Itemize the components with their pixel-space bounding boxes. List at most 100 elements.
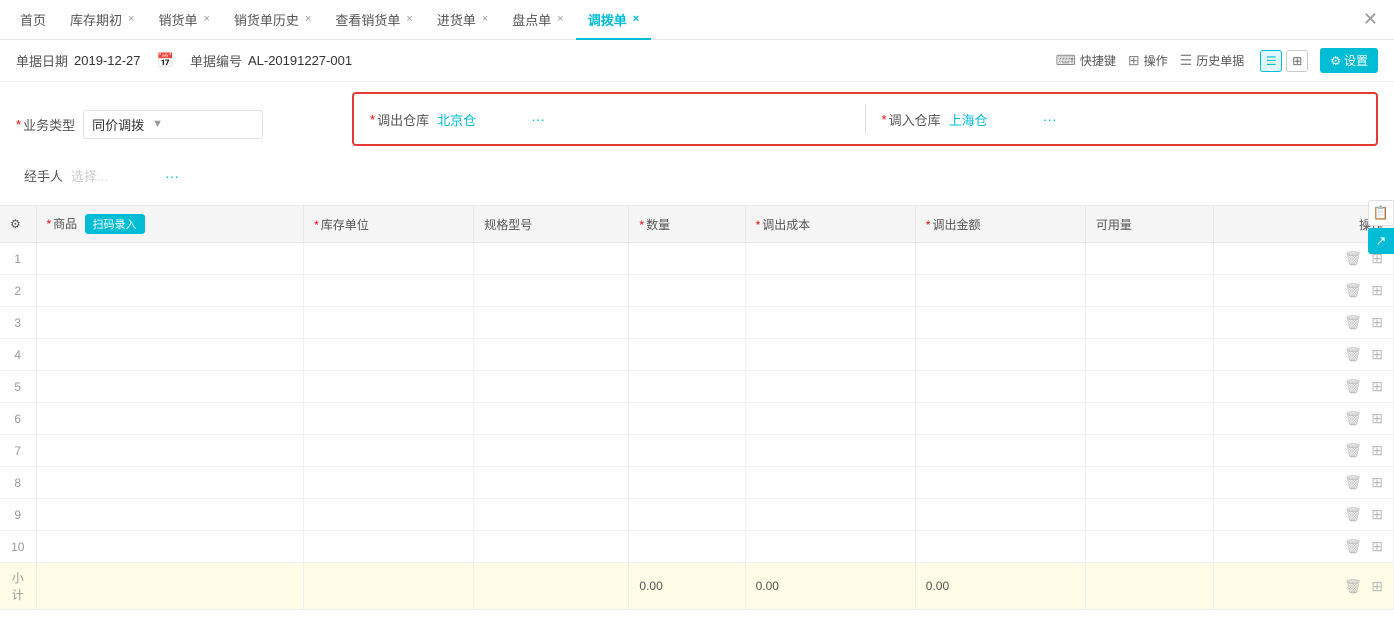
row-available-3[interactable] xyxy=(1085,307,1213,339)
close-purchase[interactable]: × xyxy=(482,14,488,25)
row-cost-3[interactable] xyxy=(745,307,915,339)
row-cost-4[interactable] xyxy=(745,339,915,371)
close-sales-history[interactable]: × xyxy=(305,14,311,25)
close-transfer[interactable]: × xyxy=(633,14,639,25)
tab-view-sales[interactable]: 查看销货单 × xyxy=(323,0,424,40)
out-warehouse-more[interactable]: ··· xyxy=(531,111,545,127)
row-amount-4[interactable] xyxy=(915,339,1085,371)
row-delete-icon-2[interactable]: 🗑 xyxy=(1344,282,1362,298)
row-delete-icon-4[interactable]: 🗑 xyxy=(1344,346,1362,362)
row-product-4[interactable] xyxy=(36,339,304,371)
float-note-btn[interactable]: 📋 xyxy=(1368,200,1394,226)
in-warehouse-more[interactable]: ··· xyxy=(1043,111,1057,127)
row-unit-4[interactable] xyxy=(304,339,474,371)
row-delete-icon-1[interactable]: 🗑 xyxy=(1344,250,1362,266)
row-available-6[interactable] xyxy=(1085,403,1213,435)
tab-purchase[interactable]: 进货单 × xyxy=(425,0,500,40)
row-copy-icon-10[interactable]: ⊞ xyxy=(1371,538,1383,554)
row-copy-icon-7[interactable]: ⊞ xyxy=(1371,442,1383,458)
row-copy-icon-3[interactable]: ⊞ xyxy=(1371,314,1383,330)
row-qty-4[interactable] xyxy=(629,339,745,371)
row-unit-3[interactable] xyxy=(304,307,474,339)
row-amount-2[interactable] xyxy=(915,275,1085,307)
row-spec-5[interactable] xyxy=(474,371,629,403)
tab-sales-history[interactable]: 销货单历史 × xyxy=(222,0,323,40)
subtotal-delete-icon[interactable]: 🗑 xyxy=(1344,578,1362,594)
row-copy-icon-8[interactable]: ⊞ xyxy=(1371,474,1383,490)
row-cost-1[interactable] xyxy=(745,243,915,275)
row-qty-8[interactable] xyxy=(629,467,745,499)
row-product-10[interactable] xyxy=(36,531,304,563)
row-available-4[interactable] xyxy=(1085,339,1213,371)
close-sales-order[interactable]: × xyxy=(203,14,209,25)
row-product-3[interactable] xyxy=(36,307,304,339)
actions-button[interactable]: ⊞ 操作 xyxy=(1128,52,1168,69)
row-unit-2[interactable] xyxy=(304,275,474,307)
row-product-7[interactable] xyxy=(36,435,304,467)
tab-inventory[interactable]: 盘点单 × xyxy=(500,0,575,40)
row-spec-8[interactable] xyxy=(474,467,629,499)
history-button[interactable]: ☰ 历史单据 xyxy=(1180,52,1245,69)
row-unit-6[interactable] xyxy=(304,403,474,435)
row-unit-1[interactable] xyxy=(304,243,474,275)
tab-sales-order[interactable]: 销货单 × xyxy=(146,0,221,40)
row-cost-6[interactable] xyxy=(745,403,915,435)
handler-placeholder[interactable]: 选择... xyxy=(71,166,151,185)
row-copy-icon-5[interactable]: ⊞ xyxy=(1371,378,1383,394)
layout-grid-icon[interactable]: ⊞ xyxy=(1286,50,1308,72)
row-qty-1[interactable] xyxy=(629,243,745,275)
row-amount-7[interactable] xyxy=(915,435,1085,467)
tab-initial-stock[interactable]: 库存期初 × xyxy=(58,0,146,40)
row-spec-2[interactable] xyxy=(474,275,629,307)
row-cost-8[interactable] xyxy=(745,467,915,499)
shortcut-button[interactable]: ⌨ 快捷键 xyxy=(1056,52,1116,69)
row-qty-7[interactable] xyxy=(629,435,745,467)
settings-icon[interactable]: ⚙ xyxy=(10,217,21,231)
row-unit-5[interactable] xyxy=(304,371,474,403)
row-cost-2[interactable] xyxy=(745,275,915,307)
row-cost-5[interactable] xyxy=(745,371,915,403)
row-product-8[interactable] xyxy=(36,467,304,499)
close-inventory[interactable]: × xyxy=(557,14,563,25)
row-available-2[interactable] xyxy=(1085,275,1213,307)
row-delete-icon-3[interactable]: 🗑 xyxy=(1344,314,1362,330)
row-spec-1[interactable] xyxy=(474,243,629,275)
row-spec-4[interactable] xyxy=(474,339,629,371)
row-product-1[interactable] xyxy=(36,243,304,275)
row-amount-6[interactable] xyxy=(915,403,1085,435)
row-cost-10[interactable] xyxy=(745,531,915,563)
row-available-9[interactable] xyxy=(1085,499,1213,531)
row-cost-7[interactable] xyxy=(745,435,915,467)
row-unit-7[interactable] xyxy=(304,435,474,467)
row-spec-10[interactable] xyxy=(474,531,629,563)
row-unit-10[interactable] xyxy=(304,531,474,563)
row-spec-9[interactable] xyxy=(474,499,629,531)
row-amount-10[interactable] xyxy=(915,531,1085,563)
row-qty-9[interactable] xyxy=(629,499,745,531)
row-delete-icon-10[interactable]: 🗑 xyxy=(1344,538,1362,554)
row-copy-icon-9[interactable]: ⊞ xyxy=(1371,506,1383,522)
row-qty-6[interactable] xyxy=(629,403,745,435)
tab-home[interactable]: 首页 xyxy=(8,0,58,40)
row-available-10[interactable] xyxy=(1085,531,1213,563)
row-available-8[interactable] xyxy=(1085,467,1213,499)
row-available-1[interactable] xyxy=(1085,243,1213,275)
row-delete-icon-9[interactable]: 🗑 xyxy=(1344,506,1362,522)
row-amount-1[interactable] xyxy=(915,243,1085,275)
row-unit-9[interactable] xyxy=(304,499,474,531)
scan-button[interactable]: 扫码录入 xyxy=(85,214,145,234)
row-delete-icon-6[interactable]: 🗑 xyxy=(1344,410,1362,426)
row-amount-9[interactable] xyxy=(915,499,1085,531)
row-amount-3[interactable] xyxy=(915,307,1085,339)
close-all-tabs[interactable]: ✕ xyxy=(1355,9,1386,30)
row-qty-5[interactable] xyxy=(629,371,745,403)
row-product-2[interactable] xyxy=(36,275,304,307)
calendar-icon[interactable]: 📅 xyxy=(157,52,174,69)
row-product-5[interactable] xyxy=(36,371,304,403)
row-cost-9[interactable] xyxy=(745,499,915,531)
row-amount-8[interactable] xyxy=(915,467,1085,499)
row-delete-icon-7[interactable]: 🗑 xyxy=(1344,442,1362,458)
row-qty-3[interactable] xyxy=(629,307,745,339)
settings-button[interactable]: ⚙ 设置 xyxy=(1320,48,1378,73)
row-available-7[interactable] xyxy=(1085,435,1213,467)
